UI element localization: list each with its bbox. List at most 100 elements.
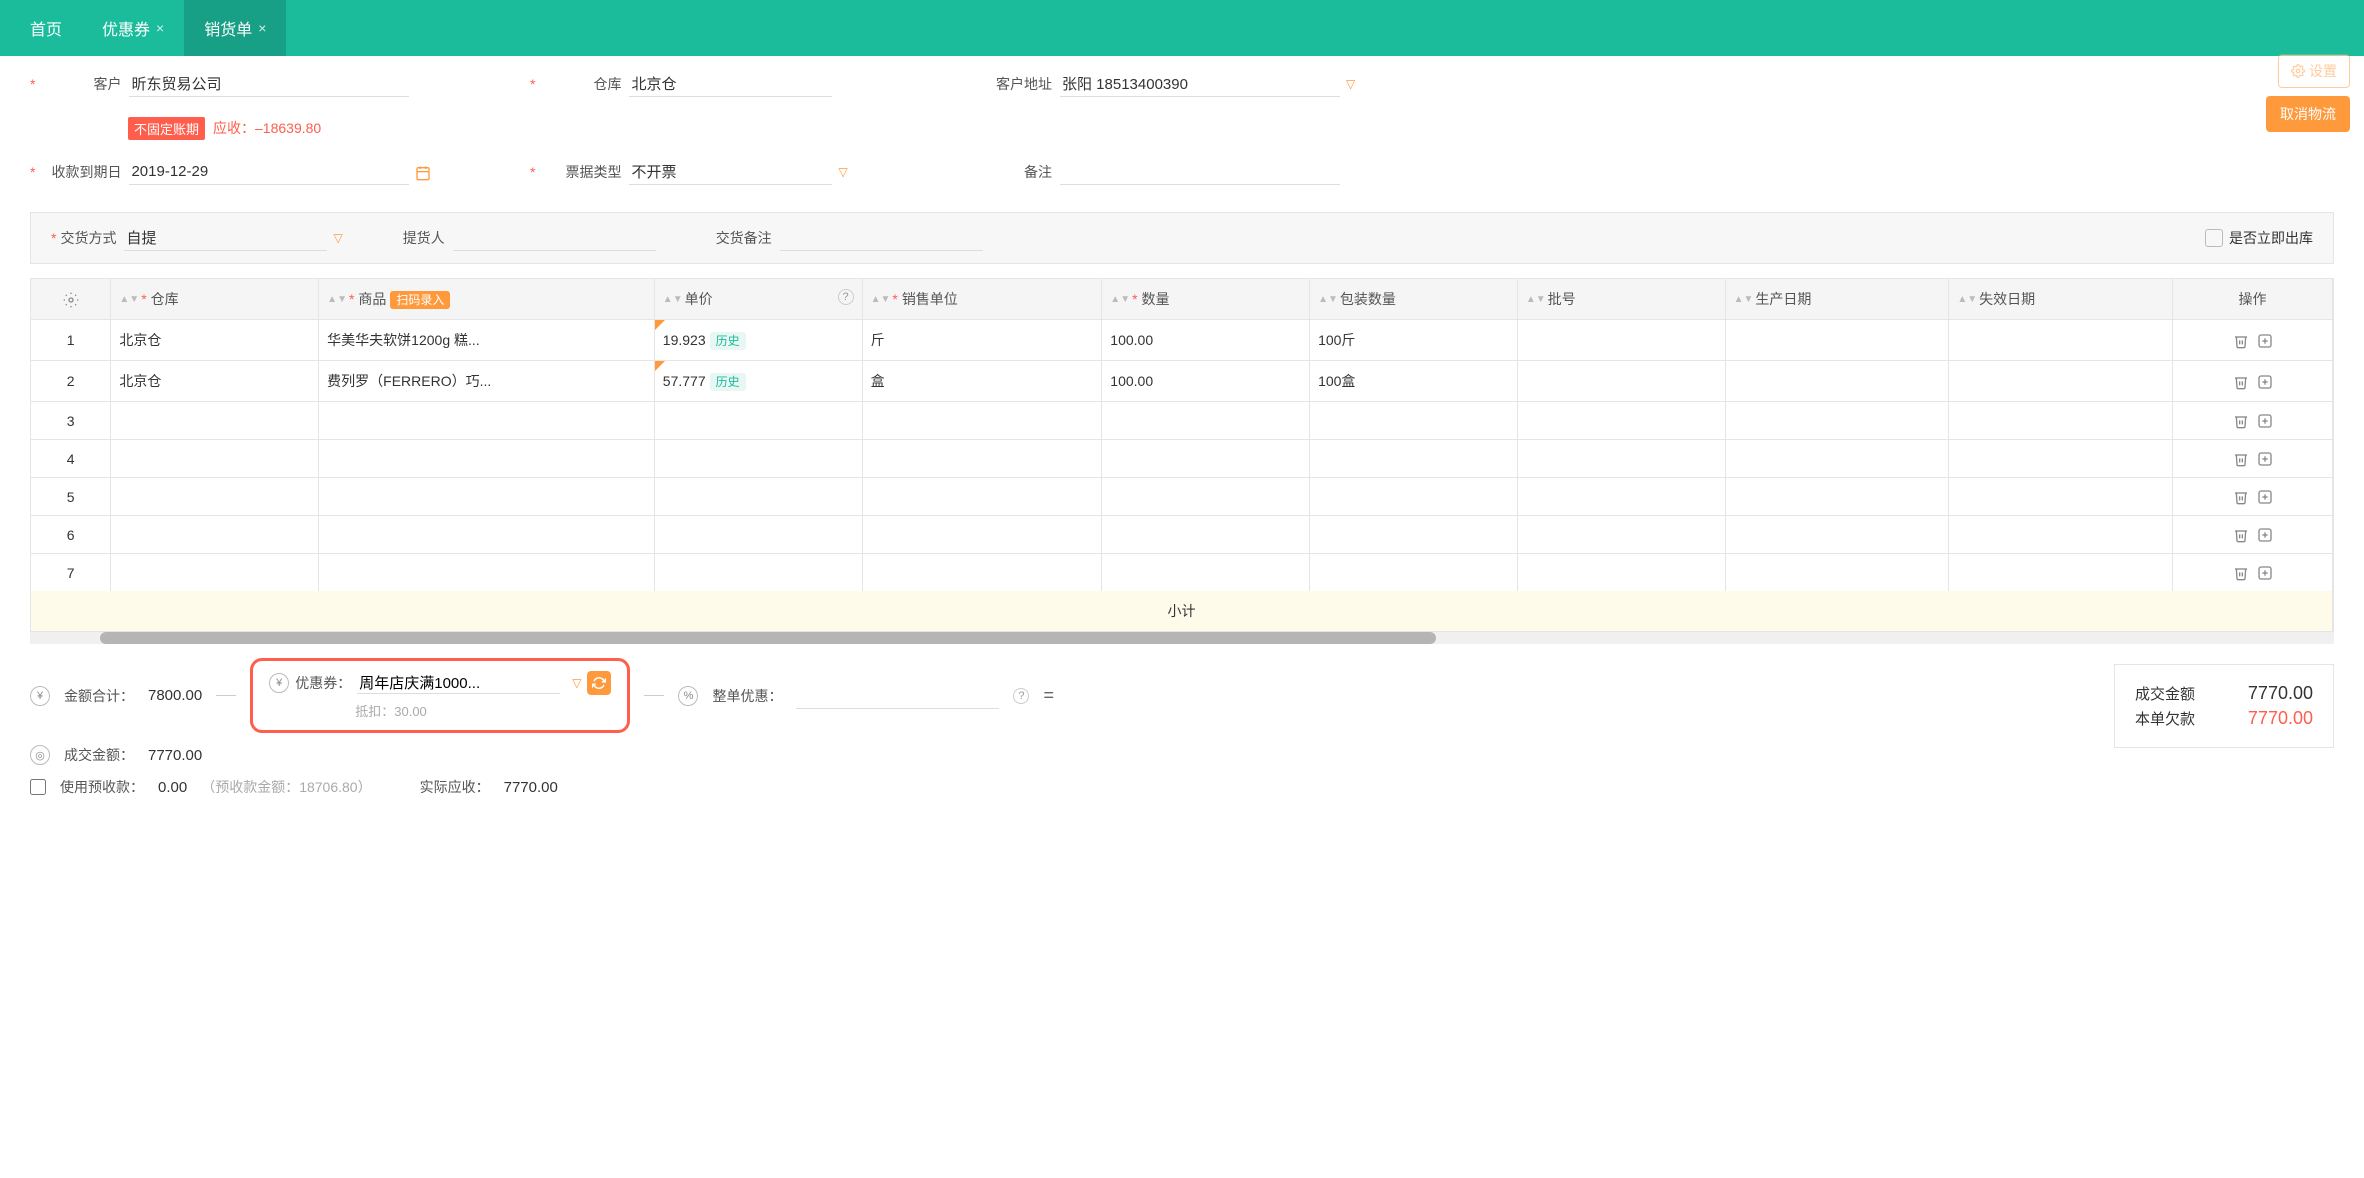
warehouse-label: 仓库 bbox=[539, 74, 621, 94]
gear-icon bbox=[2291, 64, 2305, 78]
outbound-label: 是否立即出库 bbox=[2229, 228, 2313, 248]
picker-input[interactable] bbox=[453, 225, 656, 251]
close-icon[interactable]: × bbox=[258, 20, 266, 36]
add-row-icon[interactable] bbox=[2257, 450, 2273, 467]
delete-row-icon[interactable] bbox=[2233, 488, 2249, 505]
items-table: ▲▼*仓库 ▲▼*商品扫码录入 ▲▼单价? ▲▼*销售单位 ▲▼*数量 ▲▼包装… bbox=[30, 278, 2334, 632]
coupon-select[interactable] bbox=[357, 672, 560, 694]
actual-receivable-label: 实际应收： bbox=[420, 777, 490, 797]
col-batch[interactable]: ▲▼批号 bbox=[1517, 279, 1725, 320]
delete-row-icon[interactable] bbox=[2233, 450, 2249, 467]
delivery-method-select[interactable] bbox=[124, 225, 327, 251]
col-unit[interactable]: ▲▼*销售单位 bbox=[862, 279, 1102, 320]
add-row-icon[interactable] bbox=[2257, 372, 2273, 389]
coupon-highlight-box: ¥ 优惠券： ▽ 抵扣：30.00 bbox=[250, 658, 630, 733]
actual-receivable-value: 7770.00 bbox=[504, 779, 558, 796]
customer-input[interactable] bbox=[129, 71, 409, 97]
discount-icon: % bbox=[678, 686, 698, 706]
prepay-balance: （预收款金额：18706.80） bbox=[201, 777, 371, 797]
invoice-type-label: 票据类型 bbox=[539, 162, 621, 182]
col-product[interactable]: ▲▼*商品扫码录入 bbox=[319, 279, 655, 320]
currency-icon: ¥ bbox=[30, 686, 50, 706]
col-qty[interactable]: ▲▼*数量 bbox=[1102, 279, 1310, 320]
chevron-down-icon[interactable]: ▽ bbox=[1346, 77, 1355, 91]
outbound-checkbox[interactable] bbox=[2205, 229, 2223, 247]
chevron-down-icon[interactable]: ▽ bbox=[333, 231, 342, 245]
subtotal-row: 小计 bbox=[31, 591, 2333, 631]
add-row-icon[interactable] bbox=[2257, 331, 2273, 348]
delete-row-icon[interactable] bbox=[2233, 412, 2249, 429]
close-icon[interactable]: × bbox=[156, 20, 164, 36]
coupon-icon: ¥ bbox=[269, 673, 289, 693]
add-row-icon[interactable] bbox=[2257, 412, 2273, 429]
settings-button[interactable]: 设置 bbox=[2278, 54, 2350, 88]
delivery-remark-input[interactable] bbox=[780, 225, 983, 251]
gear-icon bbox=[63, 292, 79, 308]
col-prod-date[interactable]: ▲▼生产日期 bbox=[1725, 279, 1949, 320]
refresh-coupon-button[interactable] bbox=[587, 671, 611, 695]
use-prepay-checkbox[interactable] bbox=[30, 779, 46, 795]
help-icon[interactable]: ? bbox=[838, 289, 854, 305]
remark-input[interactable] bbox=[1060, 159, 1340, 185]
deal-label: 成交金额： bbox=[64, 745, 134, 765]
table-row[interactable]: 1北京仓华美华夫软饼1200g 糕...19.923历史斤100.00100斤 bbox=[31, 320, 2333, 361]
chevron-down-icon[interactable]: ▽ bbox=[838, 165, 847, 179]
summary-deal-value: 7770.00 bbox=[2248, 683, 2313, 704]
table-row[interactable]: 6 bbox=[31, 516, 2333, 554]
cancel-logistics-button[interactable]: 取消物流 bbox=[2266, 96, 2350, 132]
customer-label: 客户 bbox=[39, 74, 121, 94]
col-pack-qty[interactable]: ▲▼包装数量 bbox=[1310, 279, 1518, 320]
summary-owe-label: 本单欠款 bbox=[2135, 708, 2195, 729]
history-badge[interactable]: 历史 bbox=[710, 332, 746, 350]
total-value: 7800.00 bbox=[148, 687, 202, 704]
scan-entry-badge[interactable]: 扫码录入 bbox=[390, 291, 450, 309]
delivery-method-label: 交货方式 bbox=[60, 228, 116, 248]
col-warehouse[interactable]: ▲▼*仓库 bbox=[111, 279, 319, 320]
due-date-label: 收款到期日 bbox=[39, 162, 121, 182]
add-row-icon[interactable] bbox=[2257, 564, 2273, 581]
nonfixed-period-badge: 不固定账期 bbox=[128, 117, 205, 140]
col-price[interactable]: ▲▼单价? bbox=[654, 279, 862, 320]
deal-icon: ◎ bbox=[30, 745, 50, 765]
top-tab-bar: 首页 优惠券× 销货单× bbox=[0, 0, 2364, 56]
address-label: 客户地址 bbox=[970, 74, 1052, 94]
delete-row-icon[interactable] bbox=[2233, 526, 2249, 543]
add-row-icon[interactable] bbox=[2257, 488, 2273, 505]
equals-icon: = bbox=[1043, 685, 1054, 706]
summary-panel: 成交金额7770.00 本单欠款7770.00 bbox=[2114, 664, 2334, 748]
add-row-icon[interactable] bbox=[2257, 526, 2273, 543]
horizontal-scrollbar[interactable] bbox=[30, 632, 2334, 644]
address-input[interactable] bbox=[1060, 71, 1340, 97]
order-discount-input[interactable] bbox=[796, 683, 999, 709]
delivery-remark-label: 交货备注 bbox=[716, 228, 772, 248]
help-icon[interactable]: ? bbox=[1013, 688, 1029, 704]
table-row[interactable]: 5 bbox=[31, 478, 2333, 516]
warehouse-input[interactable] bbox=[629, 71, 832, 97]
coupon-label: 优惠券： bbox=[295, 673, 351, 693]
history-badge[interactable]: 历史 bbox=[710, 373, 746, 391]
invoice-type-select[interactable] bbox=[629, 159, 832, 185]
use-prepay-value: 0.00 bbox=[158, 779, 187, 796]
chevron-down-icon[interactable]: ▽ bbox=[572, 676, 581, 690]
tab-sales-order[interactable]: 销货单× bbox=[184, 0, 286, 56]
settings-col[interactable] bbox=[31, 279, 111, 320]
table-row[interactable]: 7 bbox=[31, 554, 2333, 592]
table-row[interactable]: 3 bbox=[31, 402, 2333, 440]
table-header-row: ▲▼*仓库 ▲▼*商品扫码录入 ▲▼单价? ▲▼*销售单位 ▲▼*数量 ▲▼包装… bbox=[31, 279, 2333, 320]
delivery-bar: *交货方式 ▽ 提货人 交货备注 是否立即出库 bbox=[30, 212, 2334, 264]
tab-coupon[interactable]: 优惠券× bbox=[82, 0, 184, 56]
delete-row-icon[interactable] bbox=[2233, 564, 2249, 581]
table-row[interactable]: 4 bbox=[31, 440, 2333, 478]
calendar-icon[interactable] bbox=[415, 163, 431, 180]
tab-home[interactable]: 首页 bbox=[10, 0, 82, 56]
order-discount-label: 整单优惠： bbox=[712, 686, 782, 706]
col-expire[interactable]: ▲▼失效日期 bbox=[1949, 279, 2173, 320]
remark-label: 备注 bbox=[970, 162, 1052, 182]
table-row[interactable]: 2北京仓费列罗（FERRERO）巧...57.777历史盒100.00100盒 bbox=[31, 361, 2333, 402]
delete-row-icon[interactable] bbox=[2233, 331, 2249, 348]
delete-row-icon[interactable] bbox=[2233, 372, 2249, 389]
col-action: 操作 bbox=[2173, 279, 2333, 320]
picker-label: 提货人 bbox=[403, 228, 445, 248]
due-date-input[interactable] bbox=[129, 159, 409, 185]
total-label: 金额合计： bbox=[64, 686, 134, 706]
